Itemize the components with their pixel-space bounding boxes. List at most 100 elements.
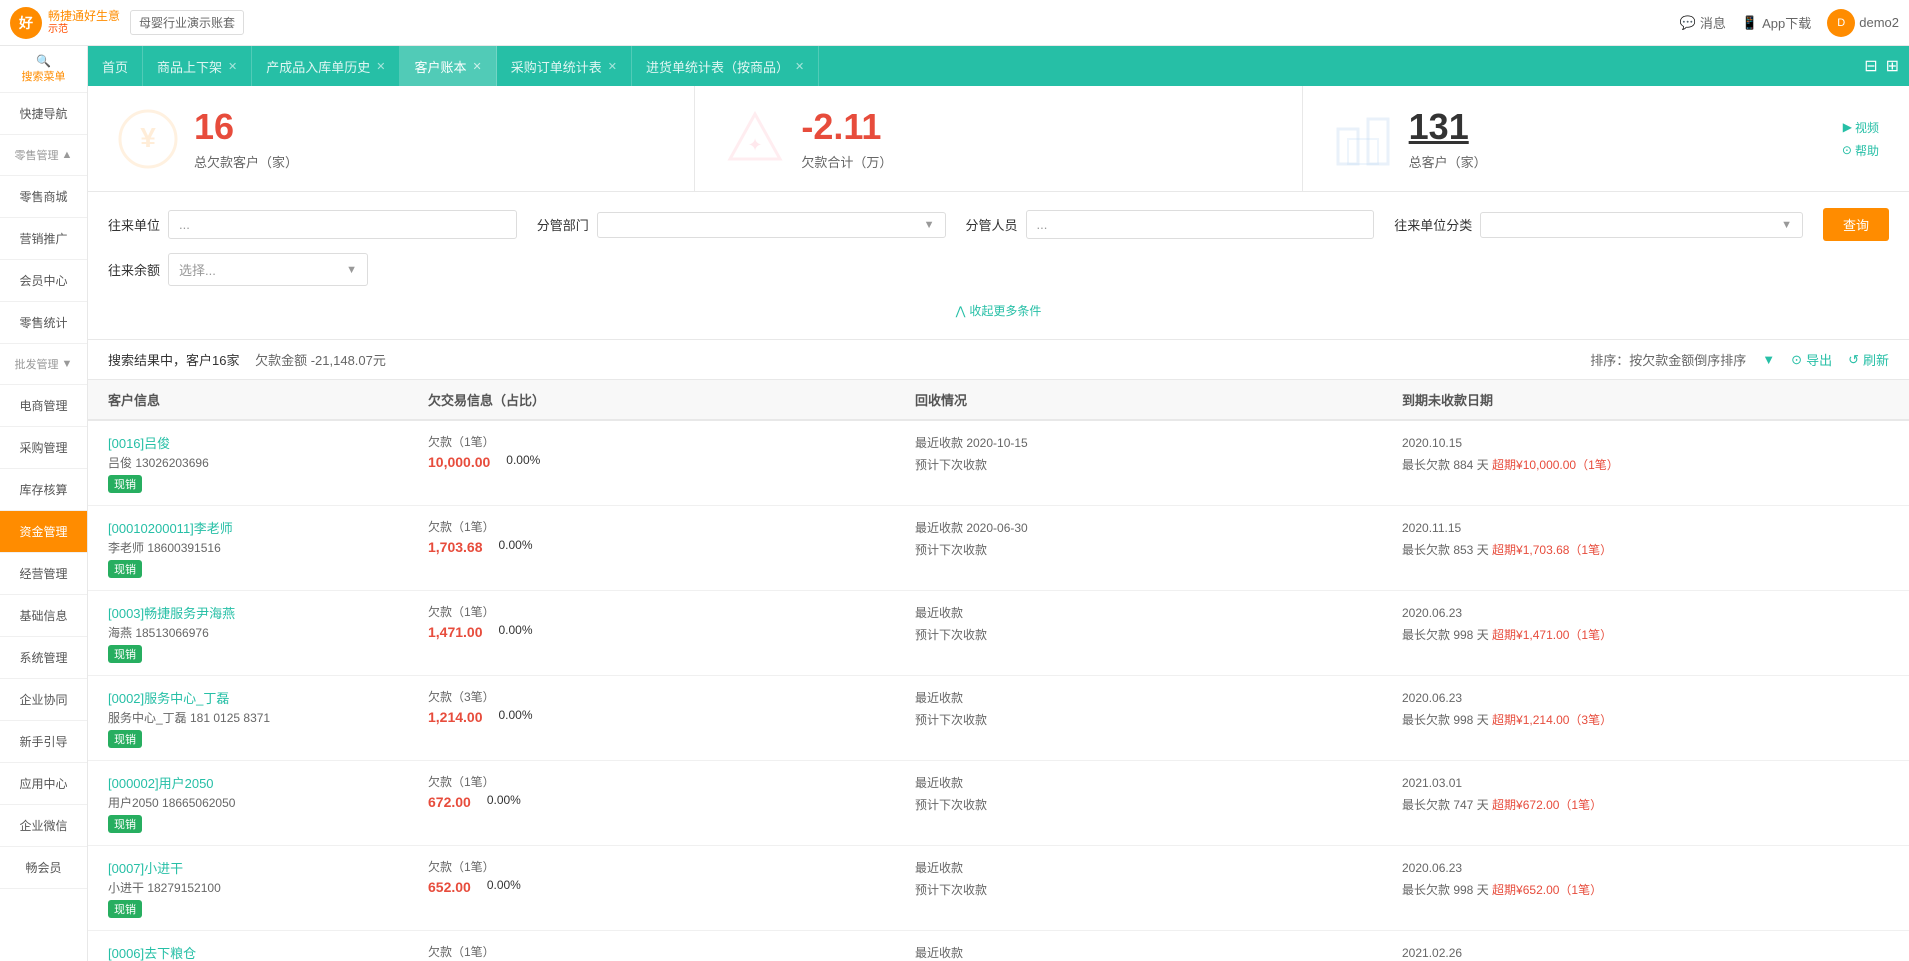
debt-label-6: 欠款（1笔） (428, 943, 915, 960)
message-btn[interactable]: 💬 消息 (1680, 13, 1726, 32)
tab-home[interactable]: 首页 (88, 46, 143, 86)
customer-sub-0: 吕俊 13026203696 (108, 454, 428, 471)
tab-close-btn[interactable]: ✕ (473, 60, 482, 73)
overdue-link-5[interactable]: 超期¥652.00（1笔） (1492, 883, 1602, 897)
play-icon: ▶ (1843, 120, 1852, 134)
help-link[interactable]: ⊙ 帮助 (1842, 142, 1879, 159)
customer-link-0[interactable]: [0016]吕俊 (108, 436, 170, 451)
balance-select[interactable]: 选择... ▼ (168, 253, 368, 286)
collapse-btn[interactable]: ⋀ 收起更多条件 (108, 298, 1889, 323)
sidebar-item-quick-nav[interactable]: 快捷导航 (0, 93, 87, 135)
app-download-btn[interactable]: 📱 App下载 (1742, 13, 1811, 32)
sidebar-item-purchase[interactable]: 采购管理 (0, 427, 87, 469)
debt-label-5: 欠款（1笔） (428, 858, 915, 875)
sort-label: 排序：按欠款金额倒序排序 (1590, 350, 1746, 369)
customer-cell-2: [0003]畅捷服务尹海燕 海燕 18513066976 现销 (108, 603, 428, 663)
customer-link-3[interactable]: [0002]服务中心_丁磊 (108, 691, 229, 706)
debt-percent-3: 0.00% (499, 708, 533, 722)
overdue-link-0[interactable]: 超期¥10,000.00（1笔） (1492, 458, 1619, 472)
customer-link-5[interactable]: [0007]小进干 (108, 861, 183, 876)
overdue-link-2[interactable]: 超期¥1,471.00（1笔） (1492, 628, 1612, 642)
customer-link-1[interactable]: [00010200011]李老师 (108, 521, 233, 536)
main-area: 首页 商品上下架 ✕ 产成品入库单历史 ✕ 客户账本 ✕ 采购订单统计表 ✕ 进… (88, 46, 1909, 961)
tab-close-btn[interactable]: ✕ (228, 60, 237, 73)
help-icon: ⊙ (1842, 143, 1852, 157)
collapse-icon: ⋀ (956, 304, 966, 318)
sidebar-item-ecommerce[interactable]: 电商管理 (0, 385, 87, 427)
overdue-link-3[interactable]: 超期¥1,214.00（3笔） (1492, 713, 1612, 727)
sidebar-item-inventory[interactable]: 库存核算 (0, 469, 87, 511)
sidebar-item-system[interactable]: 系统管理 (0, 637, 87, 679)
debt-label-1: 欠款（1笔） (428, 518, 915, 535)
tab-product-listing[interactable]: 商品上下架 ✕ (143, 46, 252, 86)
sidebar-item-retail[interactable]: 零售管理 ▲ (0, 135, 87, 176)
subtitle: 示范 (48, 24, 120, 36)
tab-close-btn[interactable]: ✕ (795, 60, 804, 73)
collection-cell-5: 最近收款 预计下次收款 (915, 858, 1402, 901)
debt-customers-info: 16 总欠款客户（家） (194, 106, 298, 171)
col-due-date: 到期未收款日期 (1402, 390, 1889, 409)
debt-amount-3: 1,214.00 (428, 709, 483, 725)
customer-tag-1: 现销 (108, 560, 142, 578)
overdue-cell-3: 2020.06.23 最长欠款 998 天 超期¥1,214.00（3笔） (1402, 688, 1889, 731)
customer-cell-5: [0007]小进干 小进干 18279152100 现销 (108, 858, 428, 918)
overdue-cell-4: 2021.03.01 最长欠款 747 天 超期¥672.00（1笔） (1402, 773, 1889, 816)
collection-cell-6: 最近收款 预计下次收款 (915, 943, 1402, 961)
tab-purchase-stats[interactable]: 采购订单统计表 ✕ (497, 46, 632, 86)
unit-class-select[interactable]: ▼ (1480, 212, 1803, 238)
sidebar-item-enterprise[interactable]: 企业协同 (0, 679, 87, 721)
overdue-cell-0: 2020.10.15 最长欠款 884 天 超期¥10,000.00（1笔） (1402, 433, 1889, 476)
total-customers-label: 总客户（家） (1409, 152, 1487, 171)
top-bar-right: 💬 消息 📱 App下载 D demo2 (1680, 9, 1899, 37)
dept-select[interactable]: ▼ (597, 212, 946, 238)
sidebar-item-retail-stats[interactable]: 零售统计 (0, 302, 87, 344)
customer-link-4[interactable]: [000002]用户2050 (108, 776, 214, 791)
debt-row-1: 1,703.68 0.00% (428, 535, 915, 555)
from-unit-input[interactable]: ... (168, 210, 517, 239)
sidebar-item-apps[interactable]: 应用中心 (0, 763, 87, 805)
tab-product-history[interactable]: 产成品入库单历史 ✕ (252, 46, 400, 86)
sidebar-item-basic-info[interactable]: 基础信息 (0, 595, 87, 637)
video-link[interactable]: ▶ 视频 (1843, 119, 1879, 136)
overdue-link-4[interactable]: 超期¥672.00（1笔） (1492, 798, 1602, 812)
sidebar-item-wechat[interactable]: 企业微信 (0, 805, 87, 847)
collection-cell-1: 最近收款 2020-06-30 预计下次收款 (915, 518, 1402, 561)
sidebar-item-marketing[interactable]: 营销推广 (0, 218, 87, 260)
sidebar-item-wholesale[interactable]: 批发管理 ▼ (0, 344, 87, 385)
sidebar-item-retail-mall[interactable]: 零售商城 (0, 176, 87, 218)
table-row: [00010200011]李老师 李老师 18600391516 现销 欠款（1… (88, 506, 1909, 591)
stats-row: ¥ 16 总欠款客户（家） ✦ (88, 86, 1909, 192)
export-btn[interactable]: ⊙ 导出 (1791, 350, 1832, 369)
svg-text:¥: ¥ (140, 122, 156, 153)
stat-card-debt-customers: ¥ 16 总欠款客户（家） (88, 86, 695, 191)
debt-label-0: 欠款（1笔） (428, 433, 915, 450)
tab-purchase-product-stats[interactable]: 进货单统计表（按商品） ✕ (632, 46, 819, 86)
tab-maximize-btn[interactable]: ⊞ (1886, 56, 1899, 76)
tab-minimize-btn[interactable]: ⊟ (1864, 56, 1877, 76)
avatar: D (1827, 9, 1855, 37)
sidebar-search[interactable]: 🔍 搜索菜单 (0, 46, 87, 93)
search-button[interactable]: 查询 (1823, 208, 1889, 241)
tab-close-btn[interactable]: ✕ (608, 60, 617, 73)
tab-close-btn[interactable]: ✕ (376, 60, 385, 73)
tab-customer-ledger[interactable]: 客户账本 ✕ (400, 46, 496, 86)
overdue-link-1[interactable]: 超期¥1,703.68（1笔） (1492, 543, 1612, 557)
manager-input[interactable]: ... (1026, 210, 1375, 239)
brand-name[interactable]: 母婴行业演示账套 (130, 10, 244, 35)
table-row: [0007]小进干 小进干 18279152100 现销 欠款（1笔） 652.… (88, 846, 1909, 931)
sidebar-item-finance[interactable]: 资金管理 (0, 511, 87, 553)
sidebar-item-guide[interactable]: 新手引导 (0, 721, 87, 763)
sidebar: 🔍 搜索菜单 快捷导航 零售管理 ▲ 零售商城 营销推广 会员中心 零售统计 批… (0, 46, 88, 961)
refresh-btn[interactable]: ↺ 刷新 (1848, 350, 1889, 369)
search-icon: 🔍 (36, 54, 51, 68)
customer-link-2[interactable]: [0003]畅捷服务尹海燕 (108, 606, 235, 621)
customer-cell-1: [00010200011]李老师 李老师 18600391516 现销 (108, 518, 428, 578)
table-header: 客户信息 欠交易信息（占比） 回收情况 到期未收款日期 (88, 380, 1909, 421)
sidebar-item-member2[interactable]: 畅会员 (0, 847, 87, 889)
tab-actions: ⊟ ⊞ (1854, 56, 1909, 76)
debt-cell-1: 欠款（1笔） 1,703.68 0.00% (428, 518, 915, 555)
user-menu[interactable]: D demo2 (1827, 9, 1899, 37)
sidebar-item-member[interactable]: 会员中心 (0, 260, 87, 302)
sidebar-item-operations[interactable]: 经营管理 (0, 553, 87, 595)
customer-link-6[interactable]: [0006]去下粮仓 (108, 946, 196, 961)
